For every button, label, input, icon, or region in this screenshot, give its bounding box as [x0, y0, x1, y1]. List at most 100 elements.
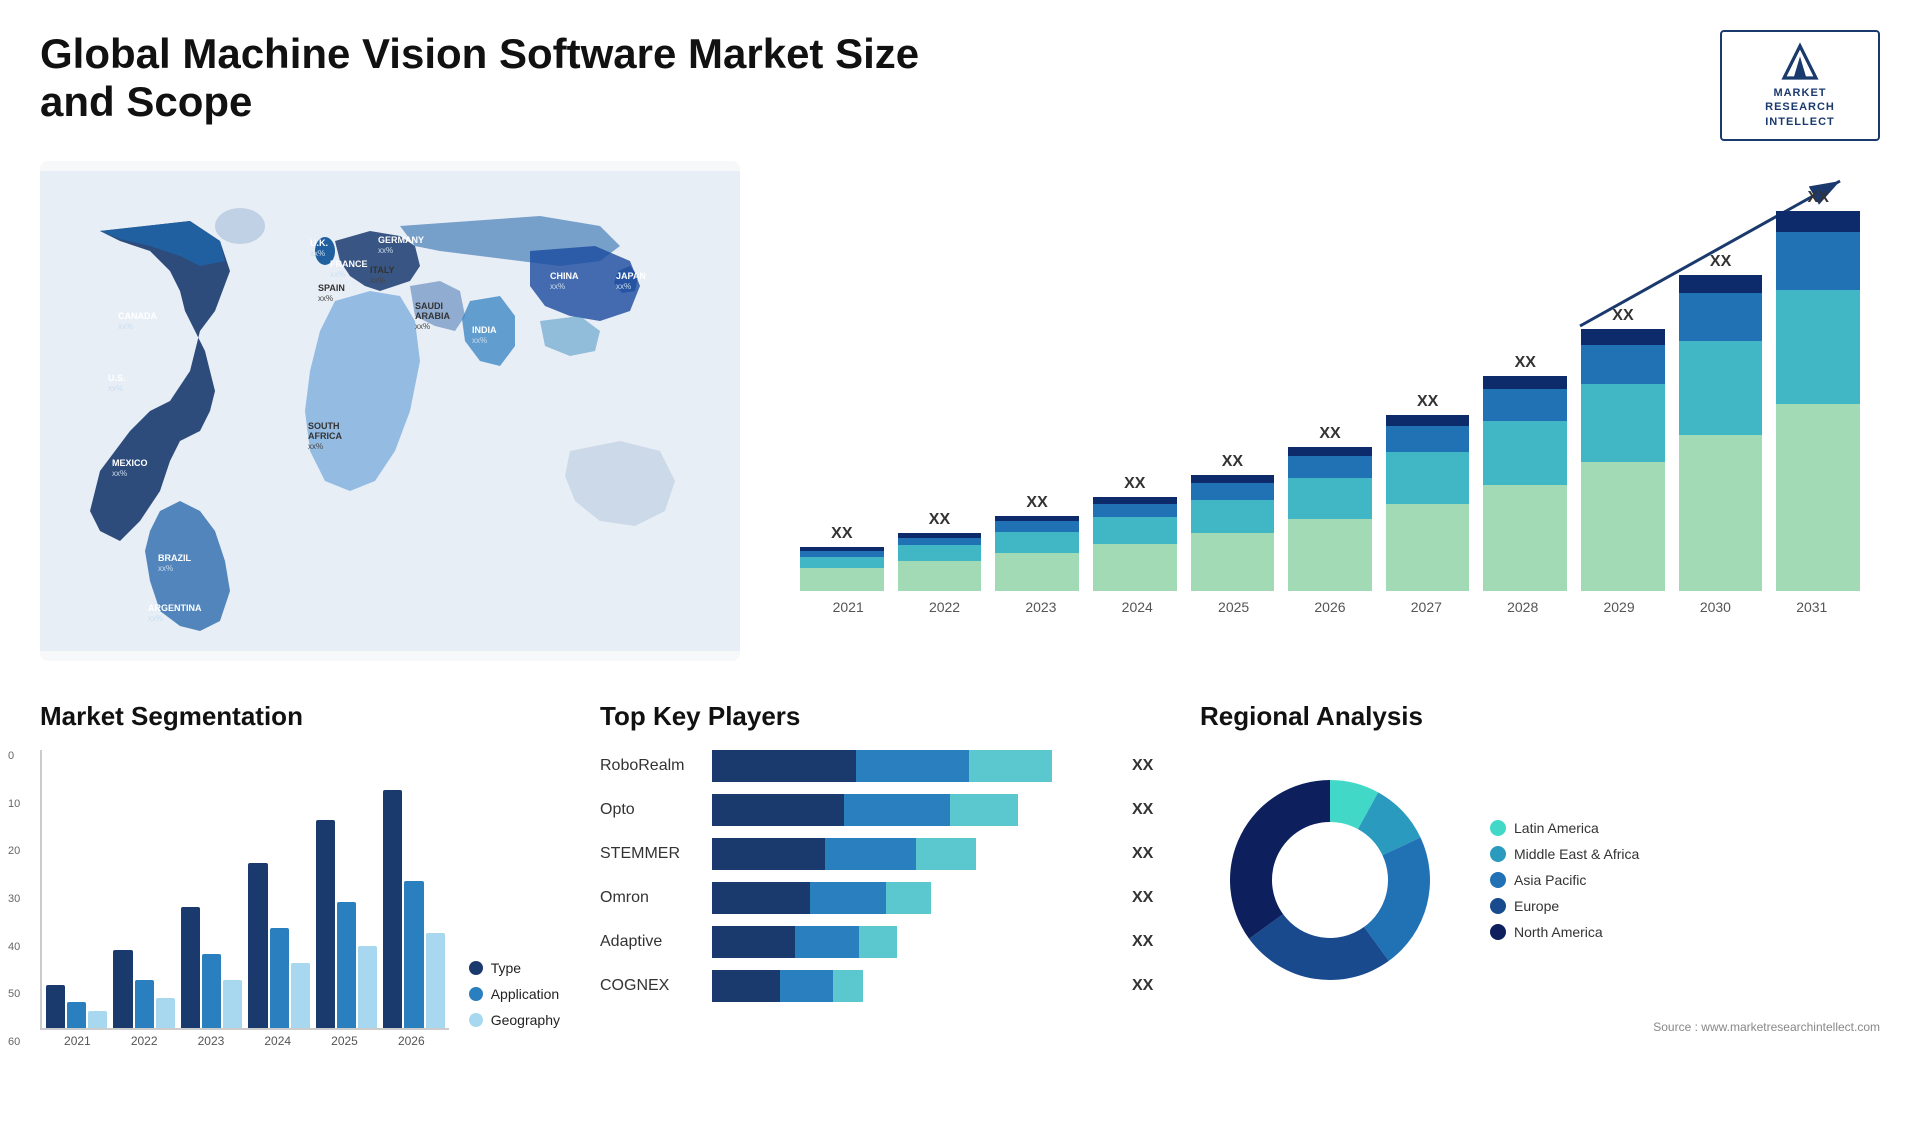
- region-legend-item: Middle East & Africa: [1490, 846, 1639, 862]
- players-title: Top Key Players: [600, 701, 1160, 732]
- player-bar-segment: [712, 838, 825, 870]
- bar-segment: [1386, 415, 1470, 426]
- bar-segment: [1093, 517, 1177, 544]
- bar-segment: [1483, 485, 1567, 591]
- bar-segment: [1288, 478, 1372, 520]
- donut-chart: [1200, 750, 1460, 1010]
- bar-segment: [898, 545, 982, 560]
- region-label: Middle East & Africa: [1514, 846, 1639, 862]
- player-xx-label: XX: [1132, 845, 1160, 863]
- svg-text:SPAIN: SPAIN: [318, 283, 345, 293]
- bar-segment: [1581, 462, 1665, 591]
- player-bar-segment: [712, 794, 844, 826]
- bar-group: XX: [1288, 425, 1372, 591]
- svg-text:xx%: xx%: [330, 270, 345, 279]
- bar-segment: [1581, 384, 1665, 462]
- seg-bar: [223, 980, 242, 1028]
- seg-year-label: 2026: [378, 1034, 445, 1048]
- bar-segment: [1776, 232, 1860, 290]
- bar-year-label: 2025: [1185, 599, 1281, 615]
- bar-stack: [1679, 275, 1763, 591]
- svg-text:xx%: xx%: [550, 282, 565, 291]
- bar-stack: [1581, 329, 1665, 590]
- player-bar-segment: [810, 882, 886, 914]
- svg-text:xx%: xx%: [318, 294, 333, 303]
- seg-bar-group: [383, 790, 444, 1028]
- svg-text:xx%: xx%: [158, 564, 173, 573]
- segmentation-section: Market Segmentation 6050403020100 202120…: [40, 701, 560, 1048]
- bar-group: XX: [1191, 453, 1275, 591]
- player-bar-segment: [712, 926, 795, 958]
- bar-segment: [1679, 275, 1763, 293]
- svg-text:U.S.: U.S.: [108, 373, 126, 383]
- bar-segment: [1483, 421, 1567, 485]
- player-bar-segment: [886, 882, 931, 914]
- svg-text:xx%: xx%: [415, 322, 430, 331]
- legend-label: Application: [491, 986, 560, 1002]
- seg-bar: [383, 790, 402, 1028]
- bar-segment: [898, 538, 982, 546]
- players-list: RoboRealmXXOptoXXSTEMMERXXOmronXXAdaptiv…: [600, 750, 1160, 1002]
- svg-text:CANADA: CANADA: [118, 311, 157, 321]
- seg-bar: [46, 985, 65, 1028]
- bar-segment: [1093, 544, 1177, 591]
- svg-text:ARABIA: ARABIA: [415, 311, 450, 321]
- header: Global Machine Vision Software Market Si…: [40, 30, 1880, 141]
- bar-group: XX: [1581, 307, 1665, 590]
- svg-text:xx%: xx%: [112, 469, 127, 478]
- seg-bar: [202, 954, 221, 1028]
- seg-bar-group: [113, 950, 174, 1028]
- bar-year-label: 2023: [993, 599, 1089, 615]
- svg-text:MEXICO: MEXICO: [112, 458, 148, 468]
- donut-center: [1274, 824, 1386, 936]
- bar-segment: [995, 532, 1079, 553]
- bar-top-label: XX: [1612, 307, 1633, 325]
- player-row: STEMMERXX: [600, 838, 1160, 870]
- bar-year-label: 2029: [1571, 599, 1667, 615]
- seg-bar-group: [316, 820, 377, 1028]
- bar-segment: [1581, 329, 1665, 344]
- bar-top-label: XX: [1710, 253, 1731, 271]
- region-dot: [1490, 820, 1506, 836]
- seg-bar: [291, 963, 310, 1028]
- player-xx-label: XX: [1132, 801, 1160, 819]
- seg-y-labels: 6050403020100: [8, 750, 20, 1048]
- bar-segment: [1483, 376, 1567, 389]
- region-legend-item: Europe: [1490, 898, 1639, 914]
- bar-segment: [1386, 504, 1470, 591]
- source-text: Source : www.marketresearchintellect.com: [1200, 1020, 1880, 1034]
- player-bar-segment: [795, 926, 859, 958]
- svg-text:xx%: xx%: [148, 614, 163, 623]
- seg-bar: [113, 950, 132, 1028]
- seg-bar-group: [181, 907, 242, 1028]
- players-section: Top Key Players RoboRealmXXOptoXXSTEMMER…: [600, 701, 1160, 1048]
- seg-bar: [67, 1002, 86, 1028]
- legend-label: Type: [491, 960, 521, 976]
- bar-stack: [1386, 415, 1470, 591]
- player-bar-segment: [950, 794, 1018, 826]
- svg-text:ARGENTINA: ARGENTINA: [148, 603, 202, 613]
- seg-year-labels: 202120222023202420252026: [40, 1034, 449, 1048]
- seg-bar: [337, 902, 356, 1028]
- player-row: RoboRealmXX: [600, 750, 1160, 782]
- seg-bar: [426, 933, 445, 1028]
- bar-stack: [898, 533, 982, 591]
- bar-chart-year-labels: 2021202220232024202520262027202820292030…: [800, 599, 1860, 615]
- bottom-section: Market Segmentation 6050403020100 202120…: [40, 701, 1880, 1048]
- bar-top-label: XX: [1515, 354, 1536, 372]
- logo: MARKET RESEARCH INTELLECT: [1720, 30, 1880, 141]
- regional-inner: Latin AmericaMiddle East & AfricaAsia Pa…: [1200, 750, 1880, 1010]
- player-name: RoboRealm: [600, 757, 700, 775]
- player-bar-segment: [780, 970, 833, 1002]
- bar-segment: [1679, 435, 1763, 591]
- player-bar-wrap: [712, 838, 1112, 870]
- region-dot: [1490, 898, 1506, 914]
- bar-group: XX: [800, 525, 884, 591]
- bar-top-label: XX: [1417, 393, 1438, 411]
- bar-segment: [1776, 404, 1860, 591]
- seg-bar: [270, 928, 289, 1028]
- seg-year-label: 2024: [244, 1034, 311, 1048]
- player-bar-wrap: [712, 926, 1112, 958]
- svg-text:xx%: xx%: [378, 246, 393, 255]
- bar-stack: [1191, 475, 1275, 591]
